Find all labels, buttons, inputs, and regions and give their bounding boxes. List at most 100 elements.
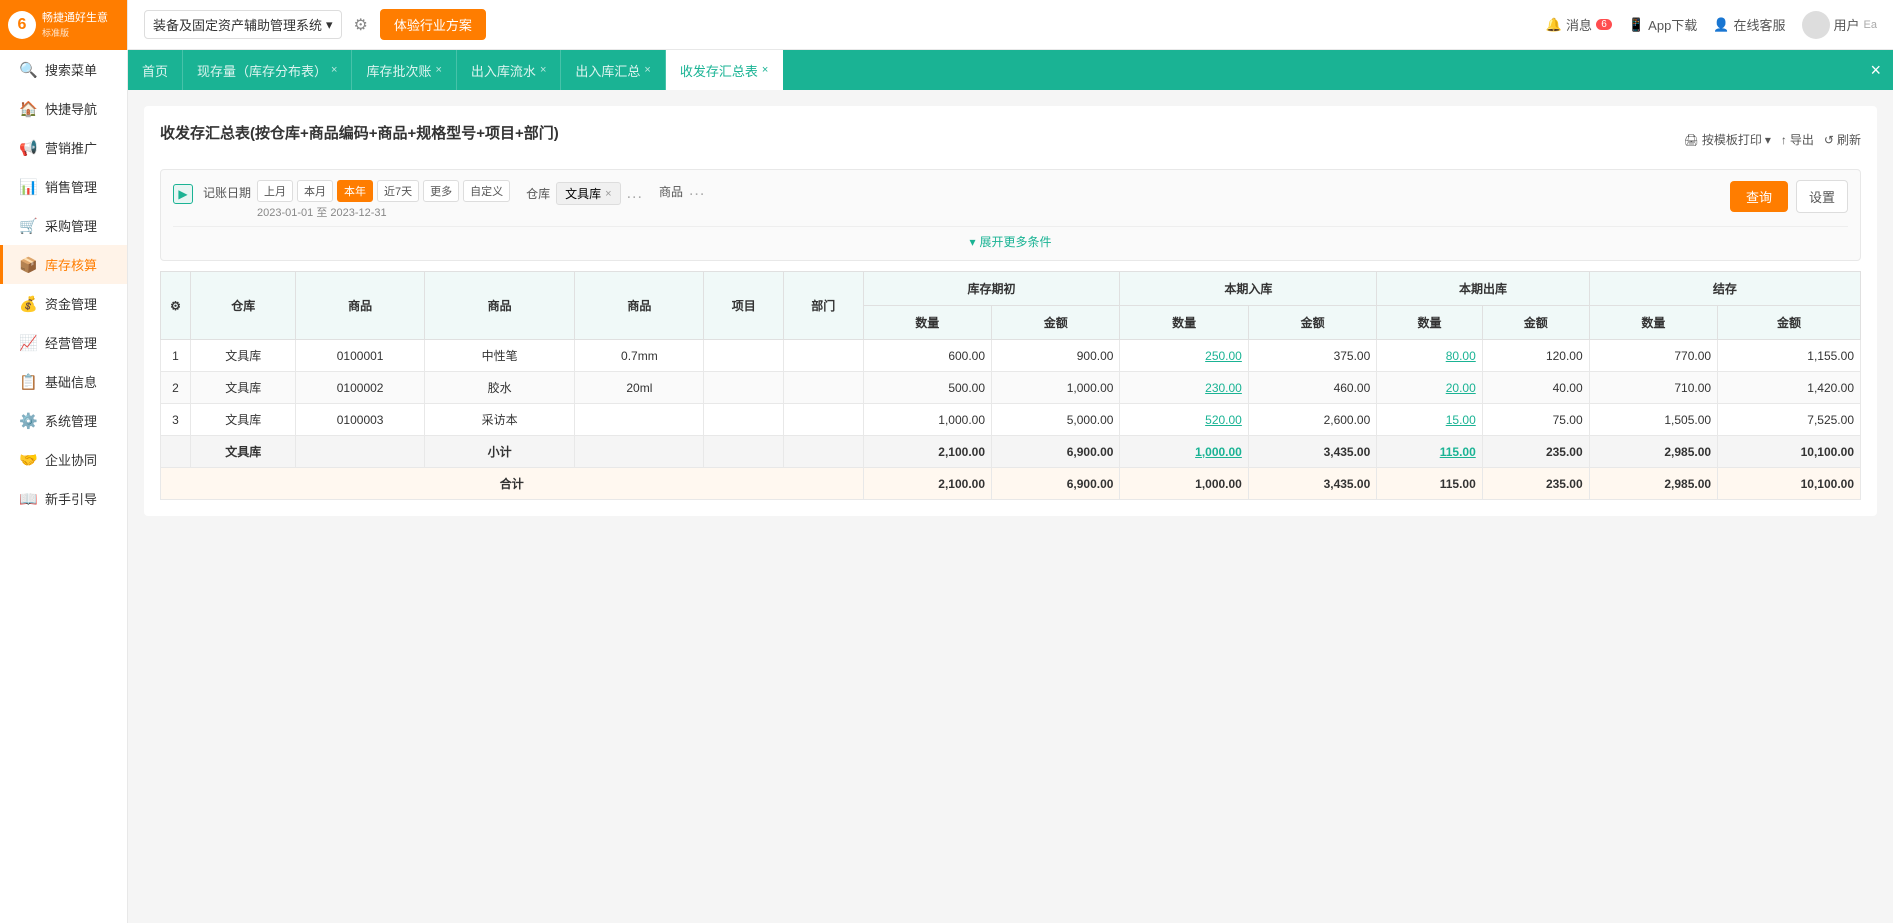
page-content: 收发存汇总表(按仓库+商品编码+商品+规格型号+项目+部门) 🖨 按模板打印 ▾…: [128, 90, 1893, 923]
tab-close-inout-flow[interactable]: ×: [540, 64, 546, 76]
query-button[interactable]: 查询: [1730, 181, 1788, 212]
row-in-qty[interactable]: 250.00: [1120, 340, 1248, 372]
system-select[interactable]: 装备及固定资产辅助管理系统 ▾: [144, 10, 342, 39]
goods-filter-label: 商品: [659, 183, 683, 200]
row-spec: [575, 436, 704, 468]
close-amt-header: 金额: [1718, 306, 1861, 340]
total-close-amt: 10,100.00: [1718, 468, 1861, 500]
tab-close-recv-send-summary[interactable]: ×: [762, 64, 768, 76]
row-out-qty[interactable]: 20.00: [1377, 372, 1482, 404]
sidebar-item-finance[interactable]: 💰资金管理: [0, 284, 127, 323]
sidebar-item-system[interactable]: ⚙️系统管理: [0, 401, 127, 440]
tab-home[interactable]: 首页: [128, 50, 183, 90]
row-dept: [784, 404, 864, 436]
row-in-qty[interactable]: 230.00: [1120, 372, 1248, 404]
date-btn-近7天[interactable]: 近7天: [377, 180, 419, 202]
tab-batch[interactable]: 库存批次账×: [352, 50, 456, 90]
sidebar-item-enterprise[interactable]: 🤝企业协同: [0, 440, 127, 479]
sidebar-item-operations[interactable]: 📈经营管理: [0, 323, 127, 362]
row-out-qty[interactable]: 115.00: [1377, 436, 1482, 468]
goods-more-btn[interactable]: ...: [689, 182, 705, 200]
app-download-btn[interactable]: 📱 App下载: [1628, 15, 1697, 34]
sidebar-label-quick-nav: 快捷导航: [45, 99, 97, 118]
date-label: 记账日期: [203, 184, 251, 201]
export-btn[interactable]: ↑ 导出: [1781, 131, 1814, 148]
setting-button[interactable]: 设置: [1796, 180, 1848, 213]
tab-close-batch[interactable]: ×: [435, 64, 441, 76]
out-amt-header: 金额: [1482, 306, 1589, 340]
row-open-qty: 1,000.00: [863, 404, 991, 436]
tabs-bar: 首页现存量（库存分布表）×库存批次账×出入库流水×出入库汇总×收发存汇总表××: [128, 50, 1893, 90]
tab-inventory-dist[interactable]: 现存量（库存分布表）×: [183, 50, 352, 90]
in-qty-link[interactable]: 250.00: [1205, 349, 1242, 363]
close-qty-header: 数量: [1589, 306, 1717, 340]
date-btn-上月[interactable]: 上月: [257, 180, 293, 202]
sidebar-item-marketing[interactable]: 📢营销推广: [0, 128, 127, 167]
row-in-qty[interactable]: 1,000.00: [1120, 436, 1248, 468]
in-qty-link[interactable]: 230.00: [1205, 381, 1242, 395]
out-qty-link[interactable]: 20.00: [1446, 381, 1476, 395]
row-open-qty: 500.00: [863, 372, 991, 404]
row-project: [704, 404, 784, 436]
row-out-amt: 40.00: [1482, 372, 1589, 404]
filter-expand-btn[interactable]: ▶: [173, 184, 193, 204]
row-out-qty[interactable]: 80.00: [1377, 340, 1482, 372]
settings-col-header[interactable]: ⚙: [161, 272, 191, 340]
user-avatar: [1802, 11, 1830, 39]
refresh-icon: ↺: [1824, 133, 1834, 147]
sidebar-label-enterprise: 企业协同: [45, 450, 97, 469]
print-btn[interactable]: 🖨 按模板打印 ▾: [1684, 131, 1771, 148]
gear-icon[interactable]: ⚙: [354, 15, 368, 35]
refresh-btn[interactable]: ↺ 刷新: [1824, 131, 1861, 148]
date-btn-本年[interactable]: 本年: [337, 180, 373, 202]
out-qty-link[interactable]: 80.00: [1446, 349, 1476, 363]
tab-inout-flow[interactable]: 出入库流水×: [457, 50, 561, 90]
out-qty-link[interactable]: 115.00: [1440, 445, 1476, 459]
sidebar-item-search[interactable]: 🔍搜索菜单: [0, 50, 127, 89]
online-service-btn[interactable]: 👤 在线客服: [1713, 15, 1785, 34]
top-header-left: 装备及固定资产辅助管理系统 ▾ ⚙ 体验行业方案: [144, 9, 486, 40]
sidebar-item-guide[interactable]: 📖新手引导: [0, 479, 127, 518]
headset-icon: 👤: [1713, 17, 1729, 33]
user-btn[interactable]: 用户 Ea: [1802, 11, 1877, 39]
table-row: 2 文具库 0100002 胶水 20ml 500.00 1,000.00 23…: [161, 372, 1861, 404]
date-btn-自定义[interactable]: 自定义: [463, 180, 510, 202]
row-in-qty[interactable]: 520.00: [1120, 404, 1248, 436]
row-in-amt: 375.00: [1248, 340, 1376, 372]
sidebar-item-quick-nav[interactable]: 🏠快捷导航: [0, 89, 127, 128]
table-row: 文具库 小计 2,100.00 6,900.00 1,000.00 3,435.…: [161, 436, 1861, 468]
tab-recv-send-summary[interactable]: 收发存汇总表×: [666, 50, 783, 90]
date-btn-更多[interactable]: 更多: [423, 180, 459, 202]
row-spec: 20ml: [575, 372, 704, 404]
sidebar-logo: 6 畅捷通好生意 标准版: [0, 0, 127, 50]
row-out-qty[interactable]: 15.00: [1377, 404, 1482, 436]
warehouse-tag[interactable]: 文具库 ×: [556, 182, 620, 205]
base-info-icon: 📋: [19, 373, 37, 391]
tab-inout-summary[interactable]: 出入库汇总×: [561, 50, 665, 90]
out-qty-link[interactable]: 15.00: [1446, 413, 1476, 427]
tab-close-inventory-dist[interactable]: ×: [331, 64, 337, 76]
sidebar-item-base-info[interactable]: 📋基础信息: [0, 362, 127, 401]
chevron-down-icon: ▾: [326, 17, 333, 33]
date-btn-本月[interactable]: 本月: [297, 180, 333, 202]
warehouse-tag-close[interactable]: ×: [605, 188, 611, 200]
in-qty-link[interactable]: 1,000.00: [1195, 445, 1242, 459]
in-qty-link[interactable]: 520.00: [1205, 413, 1242, 427]
trial-button[interactable]: 体验行业方案: [380, 9, 486, 40]
tab-close-inout-summary[interactable]: ×: [644, 64, 650, 76]
warehouse-more-btn[interactable]: ...: [627, 185, 643, 203]
sidebar-item-sales[interactable]: 📊销售管理: [0, 167, 127, 206]
sidebar-item-inventory[interactable]: 📦库存核算: [0, 245, 127, 284]
total-open-amt: 6,900.00: [992, 468, 1120, 500]
opening-group-header: 库存期初: [863, 272, 1120, 306]
date-range: 2023-01-01 至 2023-12-31: [257, 204, 510, 220]
row-dept: [784, 372, 864, 404]
system-title: 装备及固定资产辅助管理系统: [153, 15, 322, 34]
notifications-btn[interactable]: 🔔 消息 6: [1546, 15, 1612, 34]
row-code: 0100001: [296, 340, 424, 372]
sidebar-item-purchase[interactable]: 🛒采购管理: [0, 206, 127, 245]
table-row: 3 文具库 0100003 采访本 1,000.00 5,000.00 520.…: [161, 404, 1861, 436]
expand-more-btn[interactable]: ▾ 展开更多条件: [969, 233, 1051, 250]
tabs-close-all-btn[interactable]: ×: [1858, 60, 1893, 81]
chevron-down-icon3: ▾: [969, 235, 975, 249]
